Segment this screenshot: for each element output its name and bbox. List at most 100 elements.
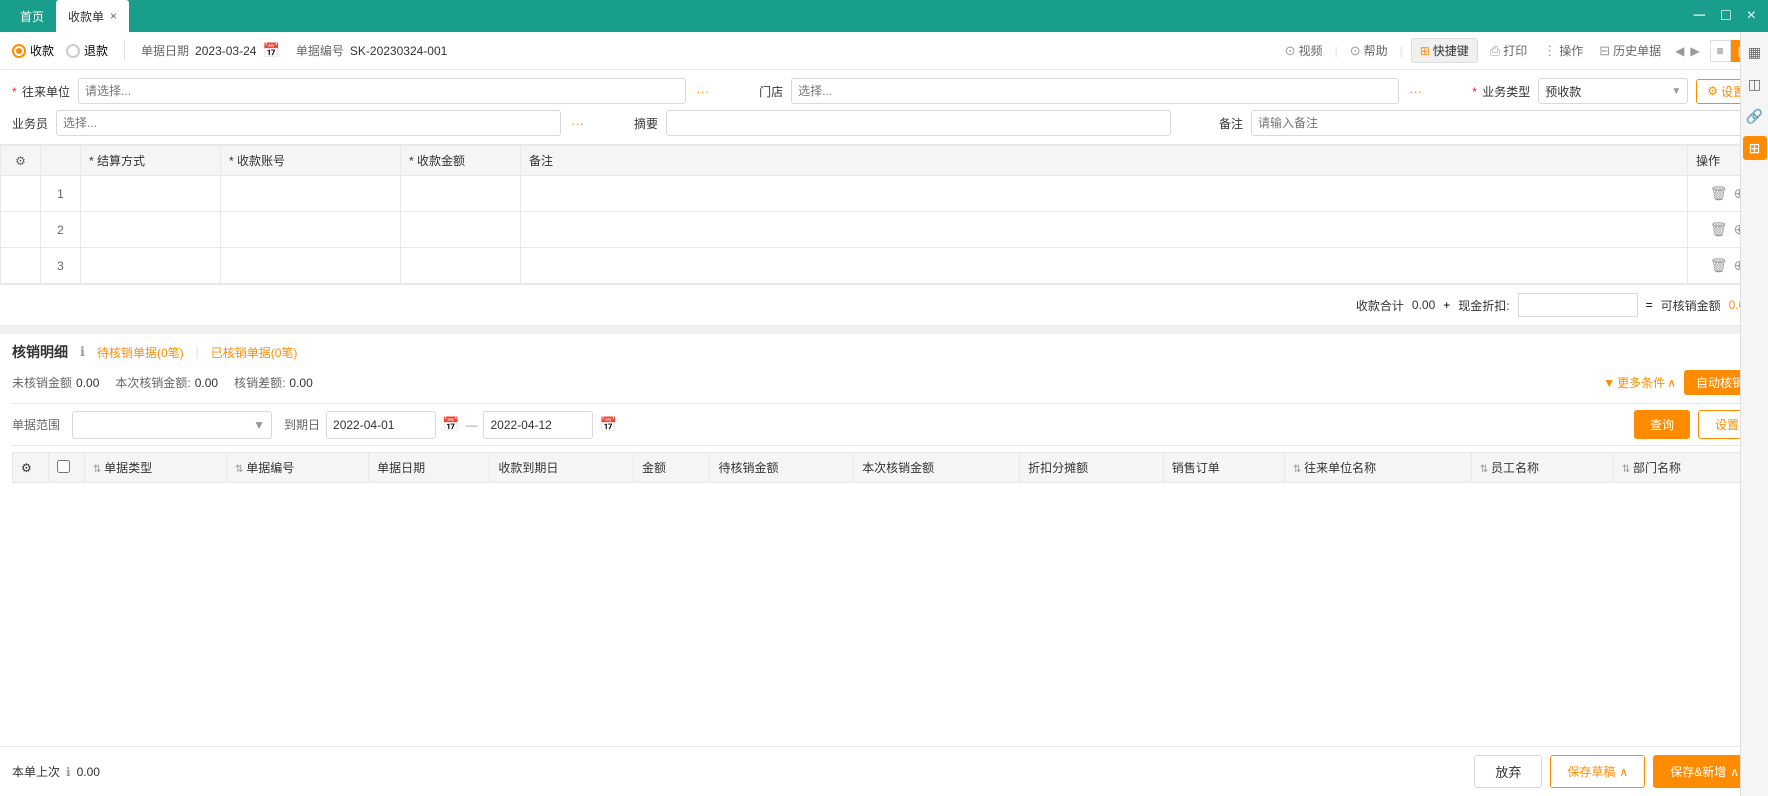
operation-btn[interactable]: ⋮ 操作 xyxy=(1539,40,1587,61)
date-to-calendar[interactable]: 📅 xyxy=(599,416,616,433)
discount-input[interactable] xyxy=(1518,293,1638,317)
current-label: 本次核销金额: xyxy=(115,374,190,391)
remark-input[interactable] xyxy=(1251,110,1756,136)
sidebar-icon-4[interactable]: ⊞ xyxy=(1743,136,1767,160)
nav-next-btn[interactable]: ▶ xyxy=(1688,42,1701,60)
row1-delete-icon[interactable]: 🗑 xyxy=(1710,185,1728,202)
store-input[interactable] xyxy=(791,78,1399,104)
row3-note[interactable] xyxy=(521,248,1688,284)
select-all-checkbox[interactable] xyxy=(57,460,70,473)
verification-section: 核销明细 ℹ 待核销单据(0笔) | 已核销单据(0笔) 未核销金额 0.00 … xyxy=(0,334,1768,746)
filter-select[interactable]: ▼ xyxy=(72,411,272,439)
date-from-value: 2022-04-01 xyxy=(333,418,394,432)
draft-btn[interactable]: 保存草稿 ∧ xyxy=(1550,755,1645,788)
row3-amount[interactable] xyxy=(401,248,521,284)
shortcut-btn[interactable]: ⊞ 快捷键 xyxy=(1411,38,1478,63)
bottom-col-discount: 折扣分摊额 xyxy=(1020,453,1164,483)
print-btn[interactable]: ⎙ 打印 xyxy=(1486,40,1531,61)
tab-home-label: 首页 xyxy=(20,8,44,25)
date-from-calendar[interactable]: 📅 xyxy=(442,416,459,433)
bottom-col-staff[interactable]: 员工名称 xyxy=(1471,453,1613,483)
date-to-display: 2022-04-12 xyxy=(483,411,593,439)
row3-settle[interactable] xyxy=(81,248,221,284)
footer: 本单上次 ℹ 0.00 放弃 保存草稿 ∧ 保存&新增 ∧ xyxy=(0,746,1768,796)
maximize-btn[interactable]: □ xyxy=(1717,5,1735,27)
radio-refund[interactable]: 退款 xyxy=(66,42,108,59)
grid-section: ⚙ * 结算方式 * 收款账号 * 收款金额 备注 操作 1 xyxy=(0,145,1768,285)
row1-num: 1 xyxy=(41,176,81,212)
radio-refund-circle xyxy=(66,44,80,58)
footer-info: 本单上次 ℹ 0.00 xyxy=(12,763,100,780)
sidebar-icon-2[interactable]: ◫ xyxy=(1743,72,1767,96)
more-icon: ∧ xyxy=(1667,376,1676,390)
help-btn[interactable]: ⊙ 帮助 xyxy=(1346,40,1392,61)
date-range-label: 到期日 xyxy=(284,416,320,433)
summary-label: 摘要 xyxy=(634,115,658,132)
bottom-col-num[interactable]: 单据编号 xyxy=(227,453,369,483)
calendar-icon[interactable]: 📅 xyxy=(262,42,279,59)
row2-amount[interactable] xyxy=(401,212,521,248)
row2-settle[interactable] xyxy=(81,212,221,248)
tab-receipt[interactable]: 收款单 × xyxy=(56,0,129,32)
radio-receipt[interactable]: 收款 xyxy=(12,42,54,59)
nav-prev-btn[interactable]: ◀ xyxy=(1673,42,1686,60)
num-field: 单据编号 SK-20230324-001 xyxy=(296,42,447,59)
bottom-col-counterpart[interactable]: 往来单位名称 xyxy=(1284,453,1471,483)
row1-account[interactable] xyxy=(221,176,401,212)
more-conditions-btn[interactable]: ▼ 更多条件 ∧ xyxy=(1603,374,1676,391)
row1-settle[interactable] xyxy=(81,176,221,212)
abandon-btn[interactable]: 放弃 xyxy=(1474,755,1542,788)
equals-sign: = xyxy=(1646,298,1653,312)
date-label: 单据日期 xyxy=(141,42,189,59)
bottom-col-store[interactable]: 部门名称 xyxy=(1613,453,1755,483)
table-row: 1 🗑 ⊕ xyxy=(1,176,1768,212)
row2-account[interactable] xyxy=(221,212,401,248)
tab-close-icon[interactable]: × xyxy=(110,9,117,23)
row3-account[interactable] xyxy=(221,248,401,284)
row1-note[interactable] xyxy=(521,176,1688,212)
history-icon: ⊟ xyxy=(1599,43,1610,59)
query-btn[interactable]: 查询 xyxy=(1634,410,1690,439)
row3-delete-icon[interactable]: 🗑 xyxy=(1710,257,1728,274)
close-btn[interactable]: × xyxy=(1743,5,1760,27)
col-settings-header[interactable]: ⚙ xyxy=(1,146,41,176)
bottom-col-checkbox[interactable] xyxy=(49,453,85,483)
row2-delete-icon[interactable]: 🗑 xyxy=(1710,221,1728,238)
counterpart-ellipsis[interactable]: ··· xyxy=(694,84,711,99)
row2-note[interactable] xyxy=(521,212,1688,248)
more-conditions-label: 更多条件 xyxy=(1617,374,1665,391)
done-tab[interactable]: 已核销单据(0笔) xyxy=(211,344,298,361)
pending-tab[interactable]: 待核销单据(0笔) xyxy=(97,344,184,361)
tab-home[interactable]: 首页 xyxy=(8,0,56,32)
summary-input[interactable] xyxy=(666,110,1171,136)
staff-input[interactable] xyxy=(56,110,561,136)
view-list-btn[interactable]: ≡ xyxy=(1710,40,1731,62)
filter-select-arrow: ▼ xyxy=(253,418,265,432)
footer-info-icon[interactable]: ℹ xyxy=(66,765,71,779)
business-type-value: 预收款 xyxy=(1545,83,1581,100)
minimize-btn[interactable]: ─ xyxy=(1690,5,1709,27)
store-ellipsis[interactable]: ··· xyxy=(1407,84,1424,99)
bottom-col-type[interactable]: 单据类型 xyxy=(85,453,227,483)
date-field: 单据日期 2023-03-24 📅 xyxy=(141,42,280,59)
num-label: 单据编号 xyxy=(296,42,344,59)
bottom-col-settings[interactable]: ⚙ xyxy=(13,453,49,483)
counterpart-input[interactable] xyxy=(78,78,686,104)
verif-info-icon[interactable]: ℹ xyxy=(80,344,85,360)
staff-ellipsis[interactable]: ··· xyxy=(569,116,586,131)
grid-settings-icon: ⚙ xyxy=(15,154,26,168)
save-arrow: ∧ xyxy=(1730,765,1739,779)
business-type-select[interactable]: 预收款 ▼ xyxy=(1538,78,1688,104)
bottom-col-due: 收款到期日 xyxy=(490,453,634,483)
grid-table: ⚙ * 结算方式 * 收款账号 * 收款金额 备注 操作 1 xyxy=(0,145,1768,284)
col-account-header: * 收款账号 xyxy=(221,146,401,176)
row1-amount[interactable] xyxy=(401,176,521,212)
video-btn[interactable]: ⊙ 视频 xyxy=(1281,40,1327,61)
unverif-amount: 未核销金额 0.00 xyxy=(12,374,99,391)
row1-settings xyxy=(1,176,41,212)
sidebar-icon-3[interactable]: 🔗 xyxy=(1743,104,1767,128)
history-btn[interactable]: ⊟ 历史单据 xyxy=(1595,40,1665,61)
nav-arrows: ◀ ▶ xyxy=(1673,42,1701,60)
sidebar-icon-1[interactable]: ▦ xyxy=(1743,40,1767,64)
shortcut-icon: ⊞ xyxy=(1420,44,1430,58)
